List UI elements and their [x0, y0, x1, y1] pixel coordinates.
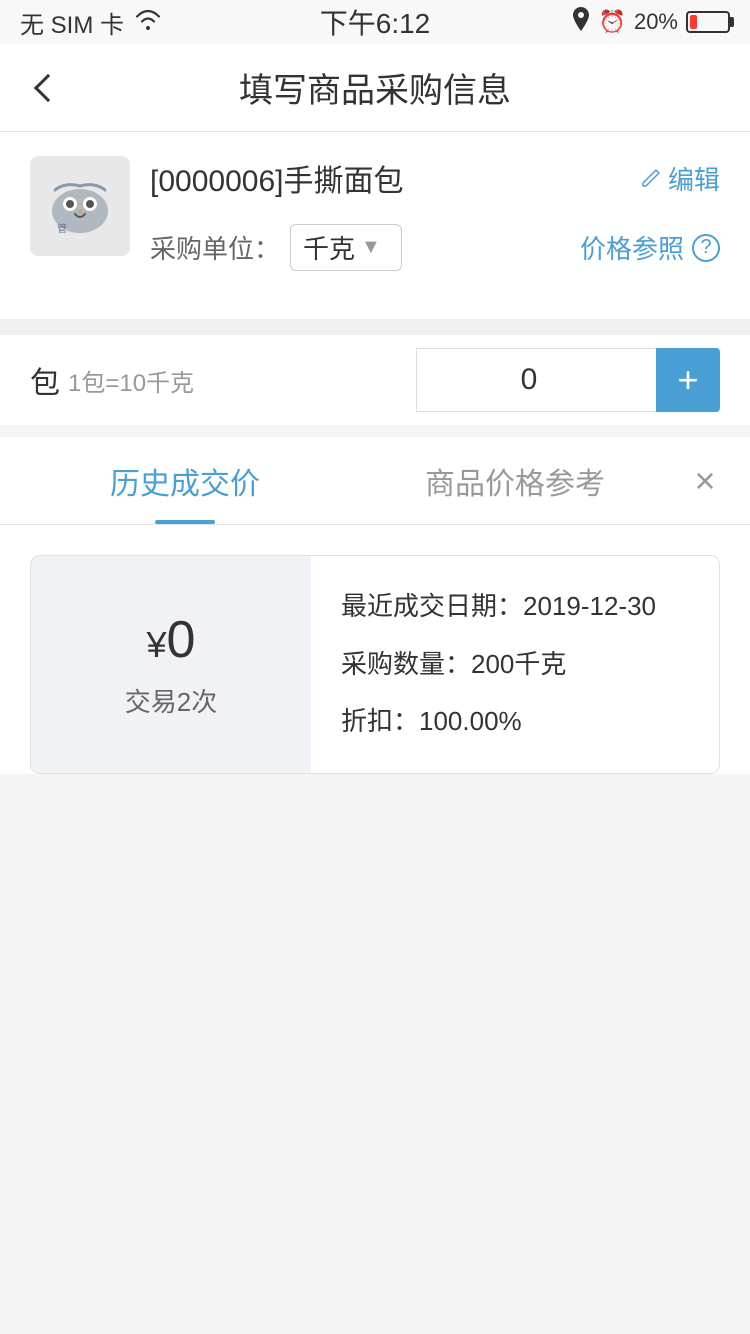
- section-divider: [0, 319, 750, 335]
- recent-date-label: 最近成交日期：: [341, 591, 523, 621]
- price-value: 0: [167, 611, 196, 669]
- battery-icon: [686, 11, 730, 33]
- location-icon: [571, 7, 591, 37]
- currency-symbol: ¥: [147, 624, 167, 665]
- tab-container: 历史成交价 商品价格参考 × ¥0 交易2次 最近成交日期：2019-12-30…: [0, 437, 750, 774]
- wifi-icon: [134, 8, 162, 37]
- unit-label: 采购单位：: [150, 229, 280, 266]
- purchase-qty-value: 200千克: [471, 649, 566, 679]
- history-right-panel: 最近成交日期：2019-12-30 采购数量：200千克 折扣：100.00%: [311, 556, 719, 773]
- tab-history-price[interactable]: 历史成交价: [20, 437, 350, 524]
- nav-bar: 填写商品采购信息: [0, 44, 750, 132]
- status-right: ⏰ 20%: [571, 7, 730, 37]
- carrier-text: 无 SIM 卡: [20, 5, 124, 40]
- page-title: 填写商品采购信息: [239, 63, 511, 112]
- discount-value: 100.00%: [419, 706, 522, 736]
- battery-fill: [690, 15, 697, 29]
- price-ref-button[interactable]: 价格参照 ?: [580, 229, 720, 266]
- recent-date-value: 2019-12-30: [523, 591, 656, 621]
- unit-hint: 1包=10千克: [68, 363, 194, 398]
- back-button[interactable]: [24, 68, 64, 108]
- product-title-row: [0000006]手撕面包 编辑: [150, 156, 720, 200]
- status-left: 无 SIM 卡: [20, 5, 162, 40]
- trades-count: 交易2次: [125, 682, 217, 719]
- discount-label: 折扣：: [341, 706, 419, 736]
- svg-text:管: 管: [57, 222, 67, 235]
- edit-icon: [640, 167, 662, 189]
- tab-product-label: 商品价格参考: [425, 459, 605, 503]
- product-logo: 管: [45, 176, 115, 236]
- product-header: 管 [0000006]手撕面包 编辑 采购单位： 千克 ▼: [30, 156, 720, 271]
- unit-row: 采购单位： 千克 ▼ 价格参照 ?: [150, 224, 720, 271]
- unit-select[interactable]: 千克 ▼: [290, 224, 402, 271]
- unit-name: 包: [30, 358, 60, 402]
- back-arrow-icon: [34, 73, 62, 101]
- purchase-qty-row: 采购数量：200千克: [341, 644, 689, 686]
- history-price-display: ¥0: [147, 610, 196, 670]
- price-ref-label: 价格参照: [580, 229, 684, 266]
- price-ref-help-icon: ?: [692, 234, 720, 262]
- product-image: 管: [30, 156, 130, 256]
- discount-row: 折扣：100.00%: [341, 701, 689, 743]
- quantity-input[interactable]: [416, 348, 656, 412]
- tab-close-button[interactable]: ×: [680, 456, 730, 506]
- purchase-qty-label: 采购数量：: [341, 649, 471, 679]
- edit-button[interactable]: 编辑: [640, 160, 720, 197]
- history-left-panel: ¥0 交易2次: [31, 556, 311, 773]
- unit-selector-group: 采购单位： 千克 ▼: [150, 224, 402, 271]
- recent-date-row: 最近成交日期：2019-12-30: [341, 586, 689, 628]
- quantity-row: 包 1包=10千克 +: [0, 335, 750, 425]
- product-name: [0000006]手撕面包: [150, 156, 403, 200]
- tab-product-price[interactable]: 商品价格参考: [350, 437, 680, 524]
- time-display: 下午6:12: [320, 2, 431, 42]
- tab-history-label: 历史成交价: [110, 459, 260, 503]
- status-bar: 无 SIM 卡 下午6:12 ⏰ 20%: [0, 0, 750, 44]
- product-card: 管 [0000006]手撕面包 编辑 采购单位： 千克 ▼: [0, 132, 750, 319]
- tab-header: 历史成交价 商品价格参考 ×: [0, 437, 750, 525]
- quantity-control: +: [214, 348, 720, 412]
- quantity-unit-info: 包 1包=10千克: [30, 358, 194, 402]
- quantity-plus-button[interactable]: +: [656, 348, 720, 412]
- history-card: ¥0 交易2次 最近成交日期：2019-12-30 采购数量：200千克 折扣：…: [30, 555, 720, 774]
- unit-value: 千克: [303, 229, 355, 266]
- product-info: [0000006]手撕面包 编辑 采购单位： 千克 ▼ 价格: [150, 156, 720, 271]
- battery-percent: 20%: [634, 9, 678, 35]
- alarm-icon: ⏰: [599, 9, 626, 35]
- unit-dropdown-icon: ▼: [361, 236, 381, 259]
